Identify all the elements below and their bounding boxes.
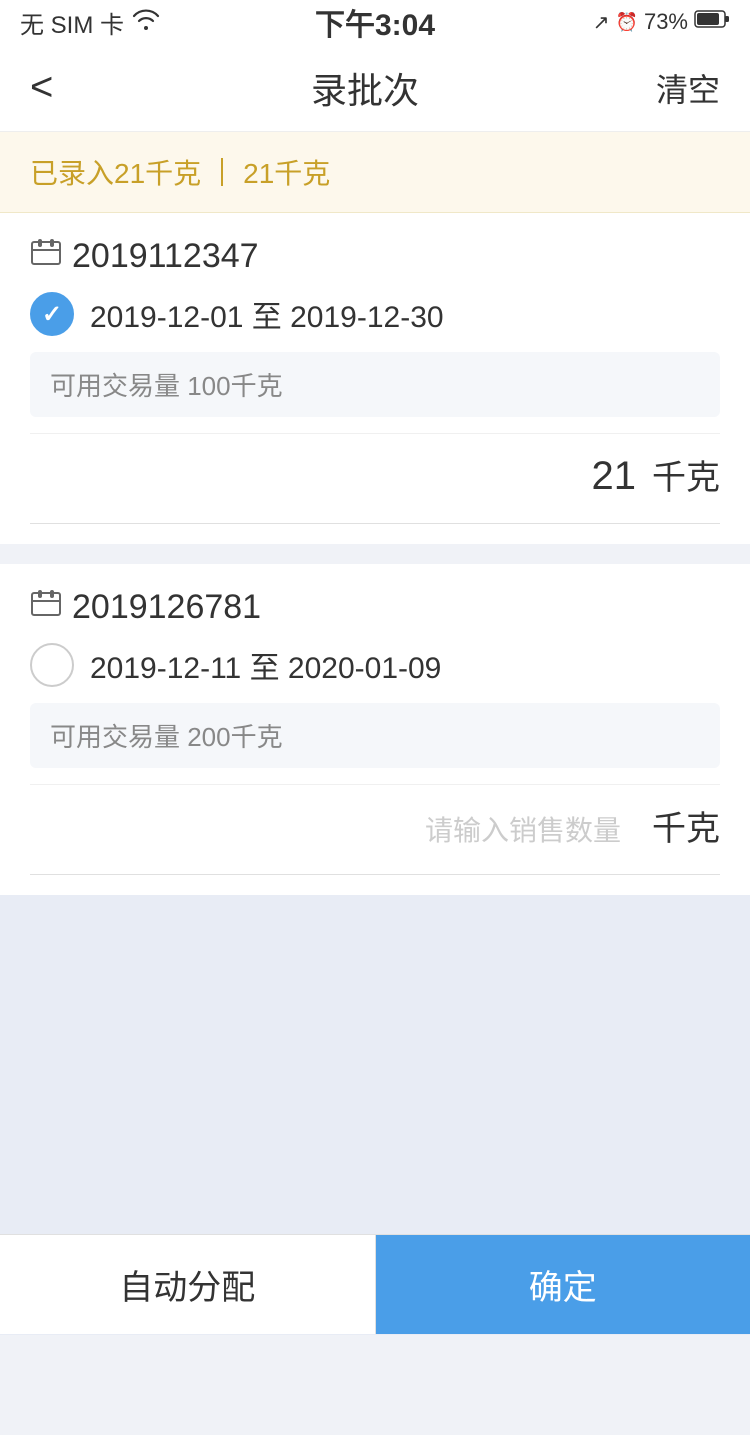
clear-button[interactable]: 清空: [640, 65, 720, 111]
back-button[interactable]: <: [30, 65, 90, 110]
batch2-unit: 千克: [652, 801, 720, 850]
info-banner: 已录入21千克 21千克: [0, 132, 750, 213]
batch2-id: 2019126781: [72, 588, 261, 627]
alarm-icon: ⏰: [616, 12, 638, 33]
status-right: ↗ ⏰ 73%: [593, 9, 730, 35]
batch1-available: 可用交易量 100千克: [30, 352, 720, 417]
batch2-input-row: 千克: [0, 785, 750, 874]
batch1-id: 2019112347: [72, 237, 259, 276]
batch-item-2: 2019126781 2019-12-11 至 2020-01-09 可用交易量…: [0, 564, 750, 895]
batch2-icon: [30, 589, 62, 627]
nav-bar: < 录批次 清空: [0, 44, 750, 132]
wifi-icon: [132, 8, 160, 37]
batch1-radio[interactable]: [30, 292, 74, 336]
section-separator: [0, 544, 750, 564]
confirm-button[interactable]: 确定: [376, 1235, 750, 1334]
batch1-amount: 21: [592, 454, 637, 499]
batch1-date: 2019-12-01 至 2019-12-30: [90, 292, 444, 336]
battery-percent: 73%: [644, 9, 688, 35]
battery-icon: [694, 9, 730, 35]
batch1-amount-row: 21 千克: [0, 434, 750, 523]
location-icon: ↗: [593, 10, 610, 35]
info-recorded-label: 已录入21千克: [30, 152, 201, 192]
batch2-date-row: 2019-12-11 至 2020-01-09: [0, 637, 750, 697]
batch-item-1: 2019112347 2019-12-01 至 2019-12-30 可用交易量…: [0, 213, 750, 544]
batch2-radio[interactable]: [30, 643, 74, 687]
batch2-header: 2019126781: [0, 564, 750, 637]
quantity-input[interactable]: [336, 810, 636, 849]
batch1-unit: 千克: [652, 450, 720, 499]
batch1-header: 2019112347: [0, 213, 750, 286]
status-time: 下午3:04: [315, 0, 435, 44]
status-bar: 无 SIM 卡 下午3:04 ↗ ⏰ 73%: [0, 0, 750, 44]
batch1-date-row: 2019-12-01 至 2019-12-30: [0, 286, 750, 346]
batch2-date: 2019-12-11 至 2020-01-09: [90, 643, 441, 687]
status-left: 无 SIM 卡: [20, 5, 160, 40]
batch2-available: 可用交易量 200千克: [30, 703, 720, 768]
page-title: 录批次: [311, 62, 419, 114]
no-sim-label: 无 SIM 卡: [20, 5, 124, 40]
info-value: 21千克: [243, 152, 330, 192]
batch1-icon: [30, 238, 62, 276]
auto-distribute-button[interactable]: 自动分配: [0, 1235, 376, 1334]
info-divider: [221, 158, 223, 186]
bottom-bar: 自动分配 确定: [0, 1234, 750, 1334]
